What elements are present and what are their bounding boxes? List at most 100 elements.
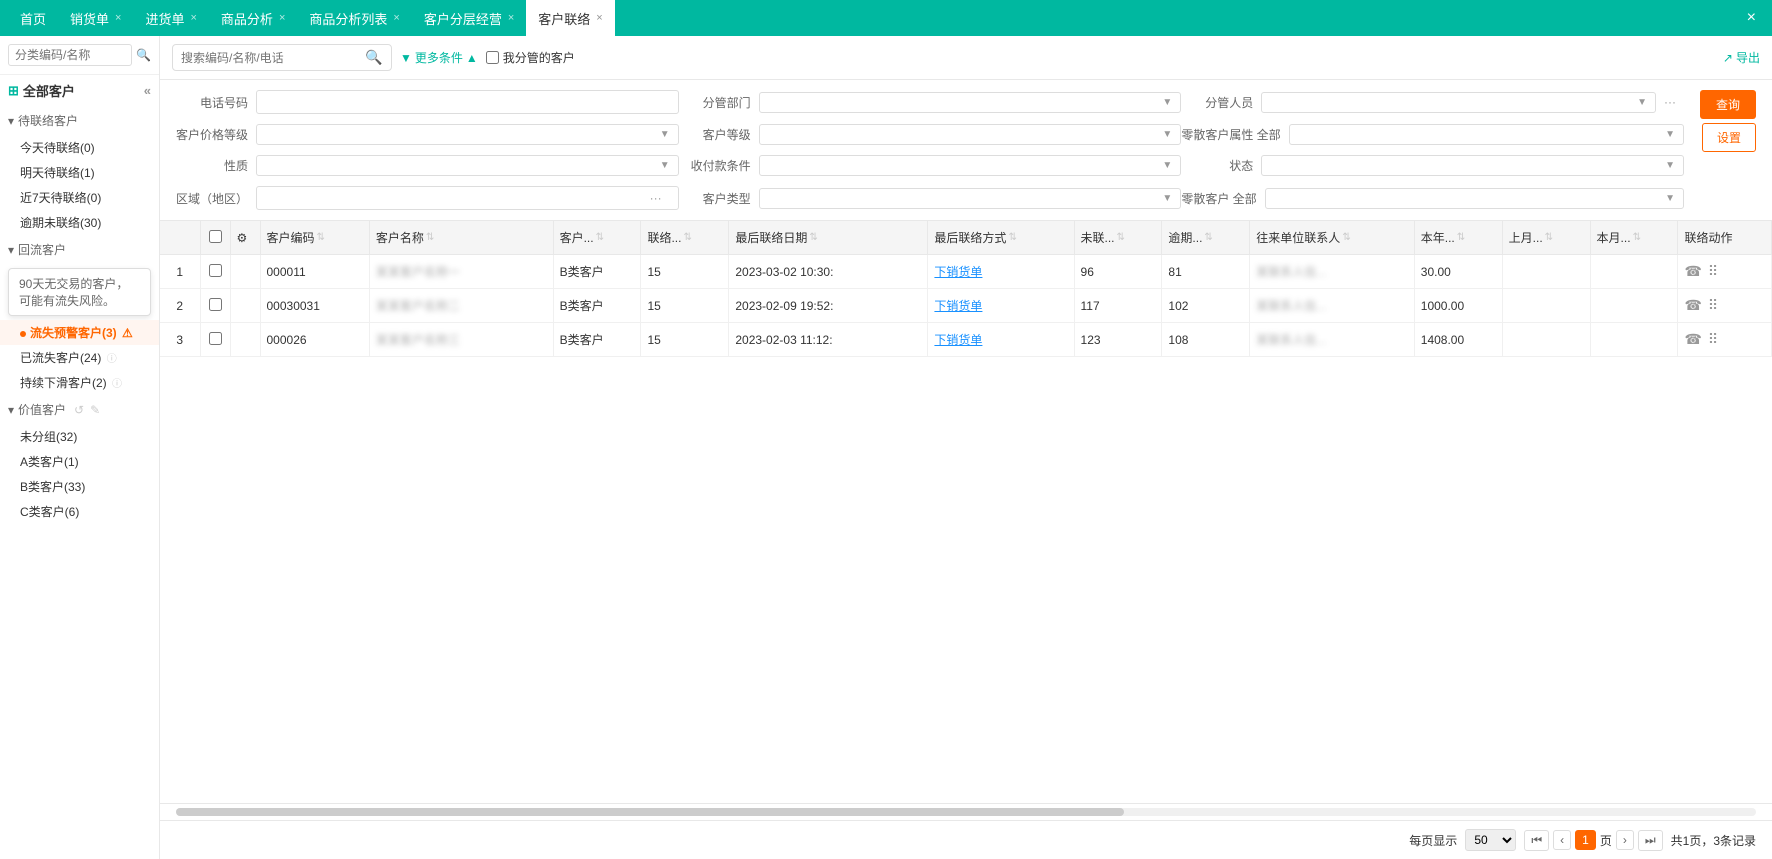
close-analysis-list-tab[interactable]: ×: [393, 12, 399, 24]
filter-more-btn-region[interactable]: ···: [642, 191, 670, 205]
close-customer-tier-tab[interactable]: ×: [508, 12, 514, 24]
sidebar-group-value[interactable]: ▾ 价值客户 ↺ ✎: [0, 395, 159, 424]
col-header-this-year[interactable]: 本年...⇅: [1414, 221, 1502, 255]
last-contact-link-3[interactable]: 下销货单: [934, 333, 982, 347]
filter-customer-tier-select[interactable]: ▼: [759, 124, 1182, 145]
tab-purchase[interactable]: 进货单 ×: [133, 0, 208, 36]
last-contact-link-1[interactable]: 下销货单: [934, 265, 982, 279]
sidebar-item-class-b[interactable]: B类客户(33): [0, 474, 159, 499]
col-header-last-type[interactable]: 最后联络方式⇅: [928, 221, 1074, 255]
action-icons-3: ☎ ⠿: [1684, 331, 1765, 348]
query-button[interactable]: 查询: [1700, 90, 1756, 119]
sidebar-search-input[interactable]: [8, 44, 132, 66]
tab-customer-tier[interactable]: 客户分层经营 ×: [412, 0, 526, 36]
col-header-type[interactable]: 客户...⇅: [553, 221, 641, 255]
close-customer-contact-tab[interactable]: ×: [596, 12, 602, 24]
col-header-name[interactable]: 客户名称⇅: [369, 221, 553, 255]
search-input[interactable]: [181, 51, 361, 65]
col-header-no-contact[interactable]: 未联...⇅: [1074, 221, 1162, 255]
scrollbar-thumb[interactable]: [176, 808, 1124, 816]
last-page-button[interactable]: ⏭: [1638, 830, 1663, 851]
more-action-icon-1[interactable]: ⠿: [1708, 263, 1718, 280]
row-checkbox-3[interactable]: [209, 332, 222, 345]
col-header-this-month[interactable]: 本月...⇅: [1590, 221, 1678, 255]
sidebar-item-unclassified[interactable]: 未分组(32): [0, 424, 159, 449]
col-header-code[interactable]: 客户编码⇅: [260, 221, 369, 255]
current-page-button[interactable]: 1: [1575, 830, 1596, 850]
more-action-icon-3[interactable]: ⠿: [1708, 331, 1718, 348]
window-close-button[interactable]: ×: [1739, 9, 1764, 27]
sidebar-group-lost[interactable]: ▾ 回流客户: [0, 235, 159, 264]
sidebar-item-week[interactable]: 近7天待联络(0): [0, 185, 159, 210]
call-icon-3[interactable]: ☎: [1684, 331, 1701, 348]
collapse-icon[interactable]: «: [144, 83, 151, 98]
my-customer-checkbox-area[interactable]: 我分管的客户: [486, 49, 575, 66]
sidebar-search-icon[interactable]: 🔍: [136, 48, 151, 62]
cell-last-type-1[interactable]: 下销货单: [928, 255, 1074, 289]
sidebar-item-tomorrow[interactable]: 明天待联络(1): [0, 160, 159, 185]
sidebar-item-already-lost[interactable]: 已流失客户(24) ⓘ: [0, 345, 159, 370]
row-checkbox-1[interactable]: [209, 264, 222, 277]
sidebar-all-customers[interactable]: ⊞ 全部客户 «: [0, 75, 159, 106]
tab-customer-contact[interactable]: 客户联络 ×: [526, 0, 614, 36]
filter-zero-customer-select[interactable]: ▼: [1265, 188, 1684, 209]
tab-analysis-list[interactable]: 商品分析列表 ×: [297, 0, 411, 36]
sidebar-item-declining[interactable]: 持续下滑客户(2) ⓘ: [0, 370, 159, 395]
sidebar-item-class-c[interactable]: C类客户(6): [0, 499, 159, 524]
row-checkbox-2[interactable]: [209, 298, 222, 311]
col-header-unit-contact[interactable]: 往来单位联系人⇅: [1250, 221, 1414, 255]
horizontal-scrollbar[interactable]: [160, 803, 1772, 820]
filter-person-select[interactable]: ▼: [1261, 92, 1656, 113]
cell-unit-contact-2: 某联系人信...: [1250, 289, 1414, 323]
tab-sales[interactable]: 销货单 ×: [58, 0, 133, 36]
edit-icon[interactable]: ✎: [90, 403, 100, 417]
filter-price-tier-select[interactable]: ▼: [256, 124, 679, 145]
my-customer-checkbox[interactable]: [486, 51, 499, 64]
sidebar-item-overdue[interactable]: 逾期未联络(30): [0, 210, 159, 235]
sidebar-item-class-a[interactable]: A类客户(1): [0, 449, 159, 474]
prev-page-button[interactable]: ‹: [1553, 830, 1571, 850]
sidebar-item-today[interactable]: 今天待联络(0): [0, 135, 159, 160]
filter-nature-select[interactable]: ▼: [256, 155, 679, 176]
col-header-last-date[interactable]: 最后联络日期⇅: [729, 221, 928, 255]
col-header-overdue[interactable]: 逾期...⇅: [1162, 221, 1250, 255]
close-purchase-tab[interactable]: ×: [190, 12, 196, 24]
call-icon-2[interactable]: ☎: [1684, 297, 1701, 314]
settings-button[interactable]: 设置: [1702, 123, 1756, 152]
last-contact-link-2[interactable]: 下销货单: [934, 299, 982, 313]
col-header-last-month[interactable]: 上月...⇅: [1502, 221, 1590, 255]
cell-last-type-2[interactable]: 下销货单: [928, 289, 1074, 323]
close-sales-tab[interactable]: ×: [115, 12, 121, 24]
next-page-button[interactable]: ›: [1616, 830, 1634, 850]
tab-analysis[interactable]: 商品分析 ×: [209, 0, 297, 36]
table-row: 2 00030031 某某客户名称二 B类客户 15 2023-02-09 19…: [160, 289, 1772, 323]
col-header-contact[interactable]: 联络...⇅: [641, 221, 729, 255]
call-icon-1[interactable]: ☎: [1684, 263, 1701, 280]
export-button[interactable]: ↗ 导出: [1723, 49, 1760, 66]
first-page-button[interactable]: ⏮: [1524, 830, 1549, 851]
filter-phone: 电话号码: [176, 90, 679, 114]
refresh-icon[interactable]: ↺: [74, 403, 84, 417]
tab-home[interactable]: 首页: [8, 0, 58, 36]
filter-region-select[interactable]: ···: [256, 186, 679, 210]
chevron-down-icon-status: ▼: [1665, 160, 1675, 171]
filter-phone-input[interactable]: [256, 90, 679, 114]
filter-more-btn-1[interactable]: ···: [1656, 95, 1684, 109]
filter-zero-attr-select[interactable]: ▼: [1289, 124, 1684, 145]
more-filters-button[interactable]: ▼ 更多条件 ▲: [400, 49, 478, 66]
sidebar-item-predicted-lost[interactable]: 流失预警客户(3) ⚠: [0, 320, 159, 345]
scrollbar-track[interactable]: [176, 808, 1756, 816]
filter-status-select[interactable]: ▼: [1261, 155, 1684, 176]
filter-payment-select[interactable]: ▼: [759, 155, 1182, 176]
filter-dept-select[interactable]: ▼: [759, 92, 1182, 113]
more-action-icon-2[interactable]: ⠿: [1708, 297, 1718, 314]
search-icon[interactable]: 🔍: [365, 49, 382, 66]
filter-customer-type-select[interactable]: ▼: [759, 188, 1182, 209]
sidebar-group-pending[interactable]: ▾ 待联络客户: [0, 106, 159, 135]
select-all-checkbox[interactable]: [209, 230, 222, 243]
col-header-settings[interactable]: ⚙: [230, 221, 260, 255]
close-analysis-tab[interactable]: ×: [279, 12, 285, 24]
filter-row-1: 电话号码 分管部门 ▼ 分管人员: [176, 90, 1684, 114]
cell-last-type-3[interactable]: 下销货单: [928, 323, 1074, 357]
per-page-select[interactable]: 50 100 200: [1465, 829, 1516, 851]
